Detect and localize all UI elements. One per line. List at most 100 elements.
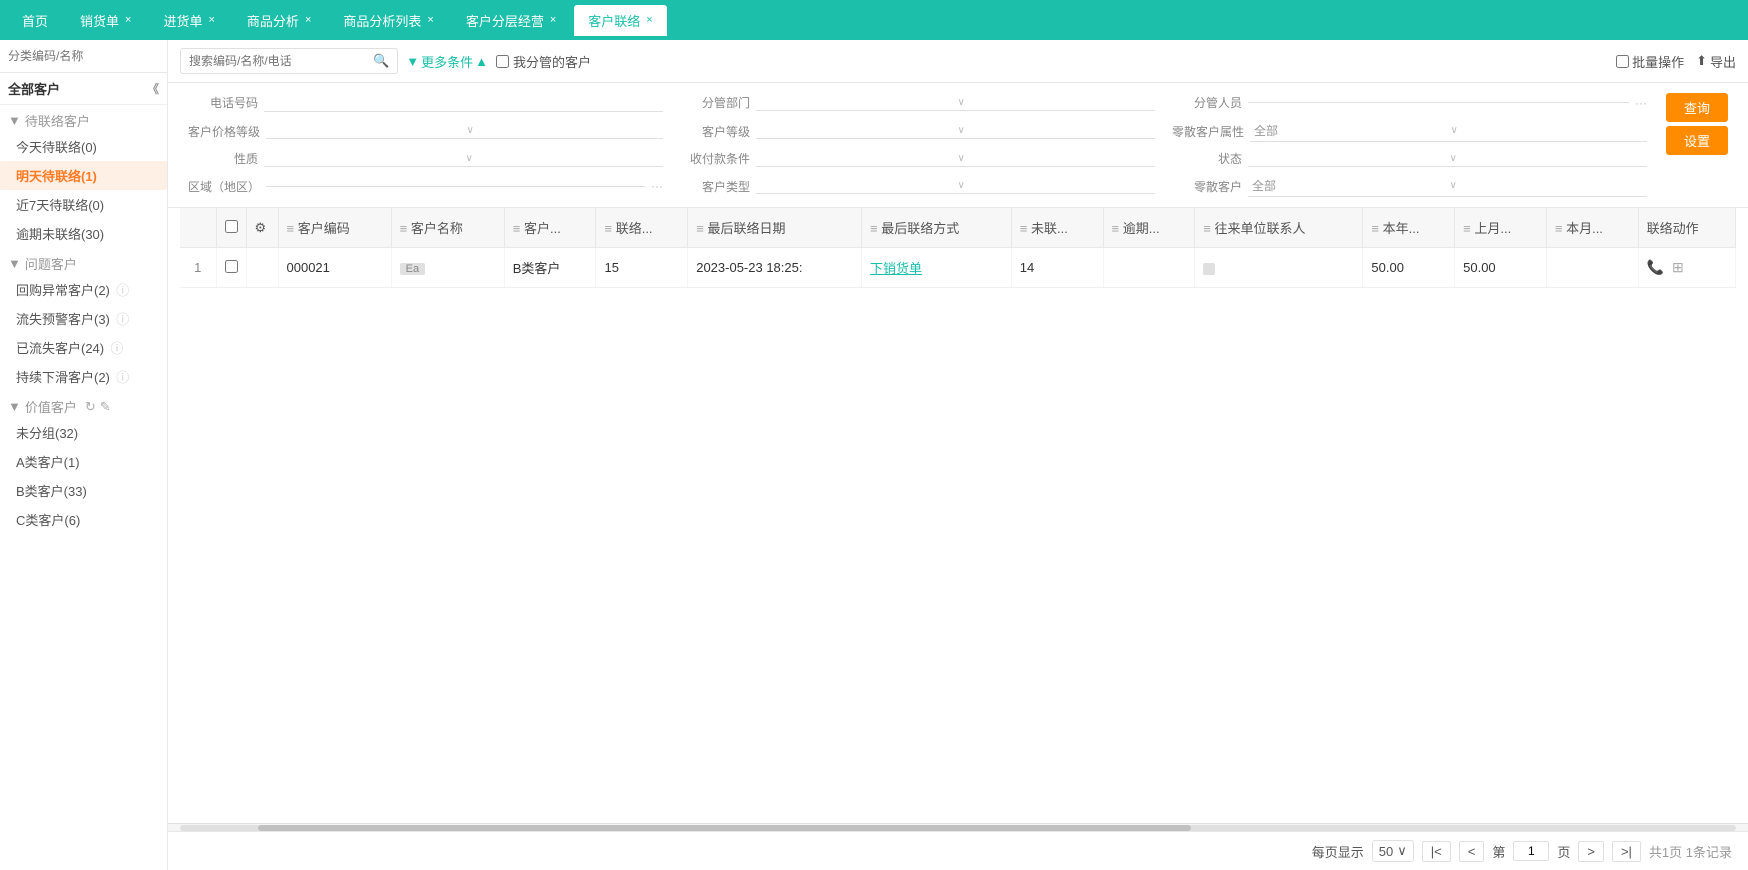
- filter-phone-input[interactable]: [264, 93, 663, 112]
- close-icon[interactable]: ×: [208, 14, 214, 26]
- first-page-button[interactable]: |<: [1422, 841, 1451, 862]
- toolbar-search-input[interactable]: [189, 54, 369, 68]
- col-num: [180, 208, 216, 248]
- sidebar-item-churned[interactable]: 已流失客户(24) ⓘ: [0, 333, 167, 362]
- sort-icon: ≡: [604, 221, 612, 236]
- sidebar-search-area: 🔍: [0, 40, 167, 73]
- filter-retail-customer-select[interactable]: 全部 ∨: [1248, 175, 1647, 197]
- grid-icon[interactable]: ⊞: [1672, 259, 1684, 276]
- gear-icon: ⚙: [255, 220, 267, 235]
- edit-icon[interactable]: ✎: [100, 399, 111, 415]
- sort-icon: ≡: [1555, 221, 1563, 236]
- refresh-icon[interactable]: ↻: [85, 399, 96, 415]
- main-layout: 🔍 全部客户 《 ▼ 待联络客户 今天待联络(0) 明天待联络(1) 近7天待联…: [0, 40, 1748, 870]
- col-contact-person: ≡ 往来单位联系人: [1195, 208, 1363, 248]
- filter-region-more[interactable]: ···: [651, 179, 663, 193]
- sidebar-group-problem[interactable]: ▼ 问题客户: [0, 248, 167, 275]
- sidebar-all-customers[interactable]: 全部客户 《: [0, 73, 167, 105]
- toolbar-right-actions: 批量操作 ⬆ 导出: [1616, 52, 1736, 71]
- filter-customer-type-select[interactable]: ∨: [756, 178, 1155, 194]
- nav-purchase-order[interactable]: 进货单 ×: [149, 5, 228, 36]
- sidebar-item-today-contact[interactable]: 今天待联络(0): [0, 132, 167, 161]
- sidebar-item-abnormal-purchase[interactable]: 回购异常客户(2) ⓘ: [0, 275, 167, 304]
- cell-last-month: 50.00: [1455, 248, 1547, 288]
- data-table-wrapper: ⚙ ≡ 客户编码 ≡ 客户名称 ≡ 客户...: [168, 208, 1748, 823]
- col-gear[interactable]: ⚙: [246, 208, 278, 248]
- my-customers-checkbox[interactable]: [496, 55, 509, 68]
- nav-customer-tier[interactable]: 客户分层经营 ×: [452, 5, 570, 36]
- nav-customer-contact[interactable]: 客户联络 ×: [574, 5, 666, 36]
- per-page-select[interactable]: 50 ∨: [1372, 840, 1414, 862]
- close-icon[interactable]: ×: [550, 14, 556, 26]
- filter-status-select[interactable]: ∨: [1248, 151, 1647, 167]
- row-checkbox[interactable]: [225, 260, 238, 273]
- close-icon[interactable]: ×: [646, 14, 652, 26]
- col-customer-type: ≡ 客户...: [504, 208, 596, 248]
- chevron-down-icon: ∨: [1450, 180, 1644, 191]
- sidebar-item-class-b[interactable]: B类客户(33): [0, 476, 167, 505]
- select-all-checkbox[interactable]: [225, 220, 238, 233]
- col-this-month: ≡ 本月...: [1546, 208, 1638, 248]
- filter-price-level: 客户价格等级 ∨: [180, 120, 672, 142]
- horizontal-scrollbar[interactable]: [168, 823, 1748, 831]
- filter-price-level-select[interactable]: ∨: [266, 123, 663, 139]
- filter-retail-attr-select[interactable]: 全部 ∨: [1250, 120, 1647, 142]
- cell-this-year: 50.00: [1363, 248, 1455, 288]
- export-icon: ⬆: [1696, 53, 1707, 69]
- page-number-input[interactable]: [1513, 841, 1549, 861]
- close-icon[interactable]: ×: [305, 14, 311, 26]
- sidebar-item-tomorrow-contact[interactable]: 明天待联络(1): [0, 161, 167, 190]
- sort-icon: ≡: [513, 221, 521, 236]
- pagination-bar: 每页显示 50 ∨ |< < 第 页 > >| 共1页 1条记录: [168, 831, 1748, 870]
- batch-operation-button[interactable]: 批量操作: [1616, 52, 1684, 71]
- sidebar: 🔍 全部客户 《 ▼ 待联络客户 今天待联络(0) 明天待联络(1) 近7天待联…: [0, 40, 168, 870]
- settings-button[interactable]: 设置: [1666, 126, 1728, 155]
- batch-op-checkbox[interactable]: [1616, 55, 1629, 68]
- close-icon[interactable]: ×: [427, 14, 433, 26]
- cell-overdue: [1103, 248, 1195, 288]
- page-suffix: 页: [1557, 842, 1570, 861]
- query-button[interactable]: 查询: [1666, 93, 1728, 122]
- scrollbar-thumb[interactable]: [258, 825, 1192, 831]
- phone-icon[interactable]: 📞: [1647, 259, 1664, 276]
- cell-last-contact-date: 2023-05-23 18:25:: [688, 248, 862, 288]
- nav-sales-order[interactable]: 销货单 ×: [66, 5, 145, 36]
- sidebar-item-7day-contact[interactable]: 近7天待联络(0): [0, 190, 167, 219]
- filter-phone: 电话号码: [180, 93, 672, 112]
- more-conditions-toggle[interactable]: ▼ 更多条件 ▲: [406, 52, 488, 71]
- cell-num: 1: [180, 248, 216, 288]
- sidebar-search-input[interactable]: [8, 49, 163, 63]
- chevron-down-icon: ∨: [958, 153, 1152, 164]
- per-page-value: 50: [1379, 844, 1393, 859]
- next-page-button[interactable]: >: [1578, 841, 1604, 862]
- filter-customer-level-select[interactable]: ∨: [756, 123, 1155, 139]
- filter-area: 电话号码 分管部门 ∨ 分管人员: [168, 83, 1748, 208]
- nav-product-analysis[interactable]: 商品分析 ×: [233, 5, 325, 36]
- close-icon[interactable]: ×: [125, 14, 131, 26]
- filter-manager-more[interactable]: ···: [1635, 96, 1647, 110]
- last-page-button[interactable]: >|: [1612, 841, 1641, 862]
- sidebar-item-overdue-contact[interactable]: 逾期未联络(30): [0, 219, 167, 248]
- sidebar-item-unclassified[interactable]: 未分组(32): [0, 418, 167, 447]
- filter-status: 状态 ∨: [1164, 150, 1656, 167]
- filter-payment-select[interactable]: ∨: [756, 151, 1155, 167]
- filter-nature-select[interactable]: ∨: [264, 151, 663, 167]
- last-contact-method-link[interactable]: 下销货单: [870, 261, 922, 276]
- prev-page-button[interactable]: <: [1459, 841, 1485, 862]
- my-customers-filter[interactable]: 我分管的客户: [496, 52, 591, 71]
- filter-dept-select[interactable]: ∨: [756, 95, 1155, 111]
- col-no-contact: ≡ 未联...: [1011, 208, 1103, 248]
- search-icon[interactable]: 🔍: [373, 53, 389, 69]
- nav-product-analysis-list[interactable]: 商品分析列表 ×: [329, 5, 447, 36]
- chevron-down-icon: ∨: [1450, 153, 1644, 164]
- export-button[interactable]: ⬆ 导出: [1696, 52, 1736, 71]
- sidebar-item-class-c[interactable]: C类客户(6): [0, 505, 167, 534]
- sidebar-item-declining[interactable]: 持续下滑客户(2) ⓘ: [0, 362, 167, 391]
- nav-home[interactable]: 首页: [8, 5, 62, 36]
- sidebar-item-class-a[interactable]: A类客户(1): [0, 447, 167, 476]
- sidebar-group-pending[interactable]: ▼ 待联络客户: [0, 105, 167, 132]
- sidebar-group-value[interactable]: ▼ 价值客户 ↻ ✎: [0, 391, 167, 418]
- col-checkbox: [216, 208, 246, 248]
- cell-contact-count: 15: [596, 248, 688, 288]
- sidebar-item-churn-warning[interactable]: 流失预警客户(3) ⓘ: [0, 304, 167, 333]
